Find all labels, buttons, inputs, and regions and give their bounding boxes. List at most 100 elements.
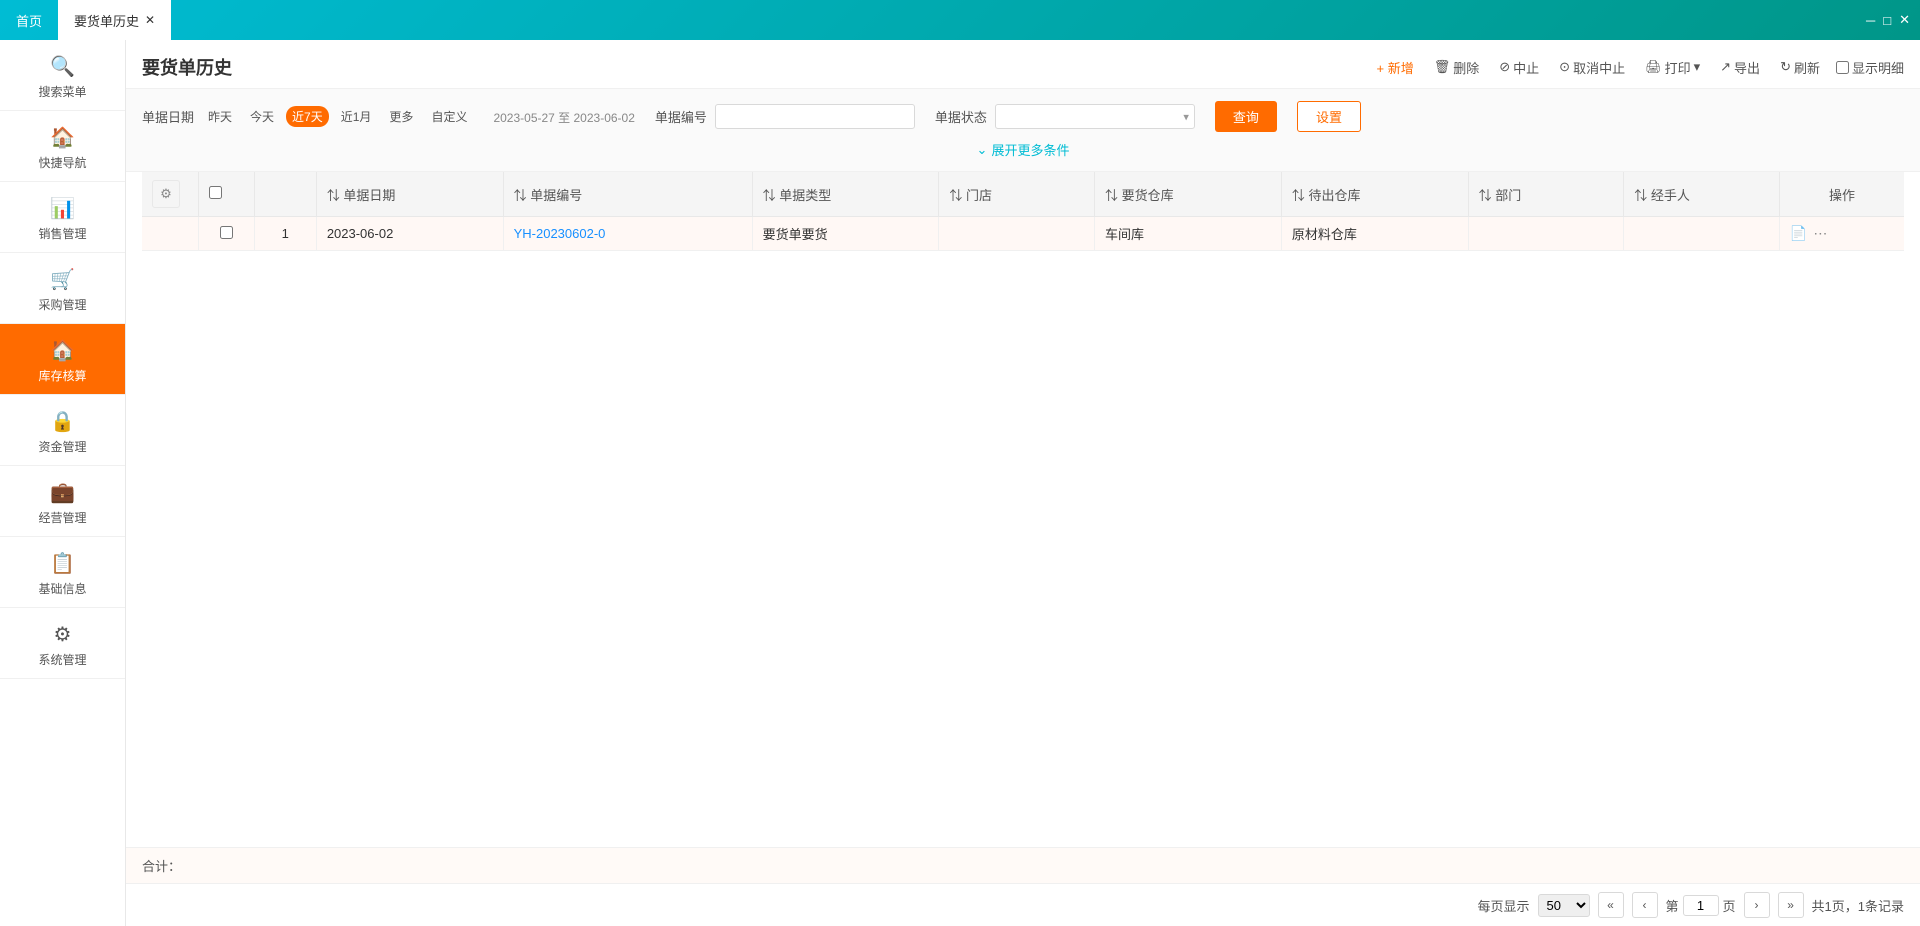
tab-home[interactable]: 首页 <box>0 0 58 40</box>
page-label: 第 <box>1666 896 1679 915</box>
search-button[interactable]: 查询 <box>1215 101 1277 132</box>
status-select[interactable] <box>995 104 1195 129</box>
sales-icon: 📊 <box>50 196 75 221</box>
table-header-row: ⚙ ⇅ 单据日期 ⇅ 单据编号 ⇅ 单据类型 <box>142 172 1904 217</box>
td-req-warehouse: 车间库 <box>1095 217 1282 251</box>
next-page-btn[interactable]: › <box>1744 892 1770 918</box>
sidebar-item-purchase[interactable]: 🛒 采购管理 <box>0 253 125 324</box>
cancel-suspend-button[interactable]: ⊙ 取消中止 <box>1555 56 1629 79</box>
top-bar: 首页 要货单历史 ✕ ─ □ ✕ <box>0 0 1920 40</box>
filter-area: 单据日期 昨天 今天 近7天 近1月 更多 自定义 2023-05-27 至 2… <box>126 89 1920 172</box>
date-btn-yesterday[interactable]: 昨天 <box>202 106 238 127</box>
select-all-checkbox[interactable] <box>209 186 222 199</box>
prev-page-btn[interactable]: ‹ <box>1632 892 1658 918</box>
sidebar-item-basic-info[interactable]: 📋 基础信息 <box>0 537 125 608</box>
sidebar-item-search-menu-label: 搜索菜单 <box>38 83 86 100</box>
th-action: 操作 <box>1779 172 1904 217</box>
sidebar-item-operations[interactable]: 💼 经营管理 <box>0 466 125 537</box>
close-icon[interactable]: ✕ <box>1899 12 1910 28</box>
tab-requisition-label: 要货单历史 <box>74 11 139 30</box>
doc-no-filter-group: 单据编号 <box>655 104 915 129</box>
minimize-icon[interactable]: ─ <box>1866 13 1875 28</box>
row-more-icon[interactable]: ⋯ <box>1813 225 1827 242</box>
status-select-wrapper <box>995 104 1195 129</box>
suspend-label: 中止 <box>1513 58 1539 77</box>
export-label: 导出 <box>1734 58 1760 77</box>
total-info: 共1页，1条记录 <box>1812 896 1904 915</box>
td-action: 📄 ⋯ <box>1779 217 1904 251</box>
th-req-warehouse[interactable]: ⇅ 要货仓库 <box>1095 172 1282 217</box>
td-settings <box>142 217 198 251</box>
sidebar-item-inventory[interactable]: 🏠 库存核算 <box>0 324 125 395</box>
sidebar-item-system[interactable]: ⚙ 系统管理 <box>0 608 125 679</box>
suspend-button[interactable]: ⊘ 中止 <box>1495 56 1543 79</box>
date-btn-more[interactable]: 更多 <box>383 106 419 127</box>
print-label: 打印 <box>1665 58 1691 77</box>
table-body: 1 2023-06-02 YH-20230602-0 要货单要货 车间库 原材料… <box>142 217 1904 251</box>
row-edit-icon[interactable]: 📄 <box>1790 225 1807 242</box>
date-btn-today[interactable]: 今天 <box>244 106 280 127</box>
th-date[interactable]: ⇅ 单据日期 <box>316 172 503 217</box>
purchase-icon: 🛒 <box>50 267 75 292</box>
sidebar-item-basic-info-label: 基础信息 <box>38 580 86 597</box>
maximize-icon[interactable]: □ <box>1883 13 1891 28</box>
status-filter-group: 单据状态 <box>935 104 1195 129</box>
date-btn-last7days[interactable]: 近7天 <box>286 106 329 127</box>
date-range-display: 2023-05-27 至 2023-06-02 <box>493 109 634 126</box>
sidebar-item-sales[interactable]: 📊 销售管理 <box>0 182 125 253</box>
delete-button[interactable]: 🗑 删除 <box>1430 56 1484 79</box>
th-doc-type[interactable]: ⇅ 单据类型 <box>752 172 939 217</box>
show-detail-checkbox[interactable] <box>1836 61 1849 74</box>
th-pending-warehouse[interactable]: ⇅ 待出仓库 <box>1281 172 1468 217</box>
th-dept[interactable]: ⇅ 部门 <box>1468 172 1624 217</box>
inventory-icon: 🏠 <box>50 338 75 363</box>
print-icon: 🖨 <box>1645 59 1662 75</box>
expand-more-btn[interactable]: ⌄ 展开更多条件 <box>142 140 1904 159</box>
per-page-select[interactable]: 50 100 200 <box>1538 894 1590 917</box>
page-input[interactable] <box>1683 895 1719 916</box>
sidebar-item-quick-nav-label: 快捷导航 <box>38 154 86 171</box>
date-btn-custom[interactable]: 自定义 <box>425 106 473 127</box>
refresh-label: 刷新 <box>1794 58 1820 77</box>
td-doc-no: YH-20230602-0 <box>503 217 752 251</box>
operations-icon: 💼 <box>50 480 75 505</box>
th-num <box>254 172 316 217</box>
status-label: 单据状态 <box>935 107 987 126</box>
first-page-btn[interactable]: « <box>1598 892 1624 918</box>
sidebar-item-quick-nav[interactable]: 🏠 快捷导航 <box>0 111 125 182</box>
doc-no-label: 单据编号 <box>655 107 707 126</box>
table-row: 1 2023-06-02 YH-20230602-0 要货单要货 车间库 原材料… <box>142 217 1904 251</box>
tab-requisition-history[interactable]: 要货单历史 ✕ <box>58 0 171 40</box>
refresh-button[interactable]: ↻ 刷新 <box>1776 56 1824 79</box>
th-dept-label: ⇅ 部门 <box>1479 188 1522 203</box>
sidebar-item-search-menu[interactable]: 🔍 搜索菜单 <box>0 40 125 111</box>
data-table: ⚙ ⇅ 单据日期 ⇅ 单据编号 ⇅ 单据类型 <box>142 172 1904 251</box>
date-btn-last1month[interactable]: 近1月 <box>335 106 378 127</box>
per-page-label: 每页显示 <box>1477 896 1529 915</box>
th-date-label: ⇅ 单据日期 <box>327 188 396 203</box>
th-handler-label: ⇅ 经手人 <box>1634 188 1690 203</box>
total-label: 合计： <box>142 859 181 874</box>
th-handler[interactable]: ⇅ 经手人 <box>1624 172 1780 217</box>
th-req-warehouse-label: ⇅ 要货仓库 <box>1105 188 1174 203</box>
tab-close-icon[interactable]: ✕ <box>145 13 155 27</box>
td-num: 1 <box>254 217 316 251</box>
table-settings-gear[interactable]: ⚙ <box>152 180 180 208</box>
td-checkbox <box>198 217 254 251</box>
sidebar-item-finance[interactable]: 🔒 资金管理 <box>0 395 125 466</box>
th-store[interactable]: ⇅ 门店 <box>939 172 1095 217</box>
doc-no-input[interactable] <box>715 104 915 129</box>
doc-no-link[interactable]: YH-20230602-0 <box>514 226 606 241</box>
last-page-btn[interactable]: » <box>1778 892 1804 918</box>
export-button[interactable]: ↗ 导出 <box>1716 56 1764 79</box>
add-button[interactable]: + 新增 <box>1372 56 1417 79</box>
show-detail-button[interactable]: 显示明细 <box>1836 58 1904 77</box>
row-checkbox[interactable] <box>220 226 233 239</box>
date-filter-options: 昨天 今天 近7天 近1月 更多 自定义 <box>202 106 473 127</box>
table-footer: 合计： <box>126 847 1920 883</box>
settings-button[interactable]: 设置 <box>1297 101 1361 132</box>
sidebar-item-finance-label: 资金管理 <box>38 438 86 455</box>
sidebar: 🔍 搜索菜单 🏠 快捷导航 📊 销售管理 🛒 采购管理 🏠 库存核算 🔒 资金管… <box>0 40 126 926</box>
print-button[interactable]: 🖨 打印 ▾ <box>1641 56 1704 79</box>
th-doc-no[interactable]: ⇅ 单据编号 <box>503 172 752 217</box>
